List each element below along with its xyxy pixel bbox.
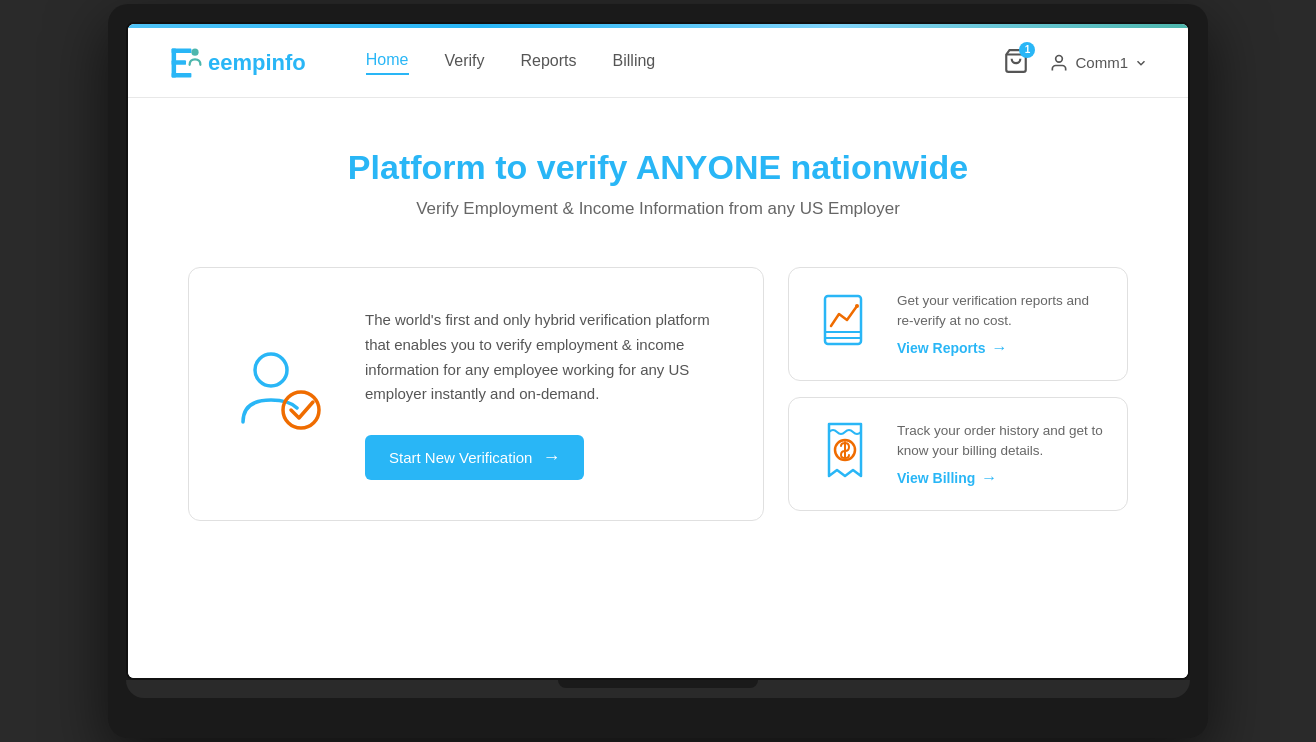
logo-text: eempinfo	[208, 50, 306, 76]
arrow-icon: →	[542, 447, 560, 468]
reports-card-content: Get your verification reports and re-ver…	[897, 291, 1103, 358]
main-nav: Home Verify Reports Billing	[366, 51, 1004, 75]
reports-card: Get your verification reports and re-ver…	[788, 267, 1128, 381]
hero-section: Platform to verify ANYONE nationwide Ver…	[188, 148, 1128, 219]
verification-card: The world's first and only hybrid verifi…	[188, 267, 764, 521]
user-icon	[1049, 53, 1069, 73]
laptop-screen: eempinfo Home Verify Reports Billing 1	[126, 22, 1190, 680]
user-name: Comm1	[1075, 54, 1128, 71]
laptop-frame: eempinfo Home Verify Reports Billing 1	[108, 4, 1208, 738]
cards-section: The world's first and only hybrid verifi…	[188, 267, 1128, 521]
header: eempinfo Home Verify Reports Billing 1	[128, 28, 1188, 98]
billing-card: Track your order history and get to know…	[788, 397, 1128, 511]
reports-description: Get your verification reports and re-ver…	[897, 291, 1103, 332]
nav-home[interactable]: Home	[366, 51, 409, 75]
svg-rect-9	[825, 296, 861, 344]
nav-reports[interactable]: Reports	[521, 52, 577, 74]
nav-verify[interactable]: Verify	[445, 52, 485, 74]
reports-svg	[813, 290, 877, 354]
billing-svg	[813, 420, 877, 484]
billing-description: Track your order history and get to know…	[897, 421, 1103, 462]
billing-icon	[813, 420, 877, 488]
reports-icon	[813, 290, 877, 358]
view-reports-label: View Reports	[897, 340, 985, 356]
logo-icon	[168, 45, 204, 81]
svg-point-10	[855, 304, 859, 308]
person-check-svg	[229, 342, 329, 442]
view-billing-link[interactable]: View Billing →	[897, 469, 997, 487]
person-check-icon	[229, 342, 329, 446]
svg-rect-3	[172, 72, 192, 77]
cart-badge: 1	[1019, 42, 1035, 58]
header-right: 1 Comm1	[1003, 48, 1148, 78]
view-reports-link[interactable]: View Reports →	[897, 339, 1007, 357]
view-billing-label: View Billing	[897, 470, 975, 486]
start-verification-label: Start New Verification	[389, 449, 532, 466]
svg-point-8	[283, 392, 319, 428]
main-content: Platform to verify ANYONE nationwide Ver…	[128, 98, 1188, 678]
svg-point-7	[255, 354, 287, 386]
start-verification-button[interactable]: Start New Verification →	[365, 435, 584, 480]
right-cards: Get your verification reports and re-ver…	[788, 267, 1128, 521]
chevron-down-icon	[1134, 56, 1148, 70]
billing-card-content: Track your order history and get to know…	[897, 421, 1103, 488]
laptop-base	[126, 680, 1190, 698]
svg-point-4	[191, 48, 198, 55]
verification-card-content: The world's first and only hybrid verifi…	[365, 308, 723, 480]
svg-rect-2	[172, 60, 186, 65]
hero-subtitle: Verify Employment & Income Information f…	[188, 199, 1128, 219]
verification-description: The world's first and only hybrid verifi…	[365, 308, 723, 407]
svg-rect-1	[172, 48, 192, 53]
svg-point-6	[1056, 55, 1063, 62]
hero-title: Platform to verify ANYONE nationwide	[188, 148, 1128, 187]
reports-arrow-icon: →	[991, 339, 1007, 357]
billing-arrow-icon: →	[981, 469, 997, 487]
logo[interactable]: eempinfo	[168, 45, 306, 81]
cart-button[interactable]: 1	[1003, 48, 1029, 78]
nav-billing[interactable]: Billing	[613, 52, 656, 74]
user-menu[interactable]: Comm1	[1049, 53, 1148, 73]
